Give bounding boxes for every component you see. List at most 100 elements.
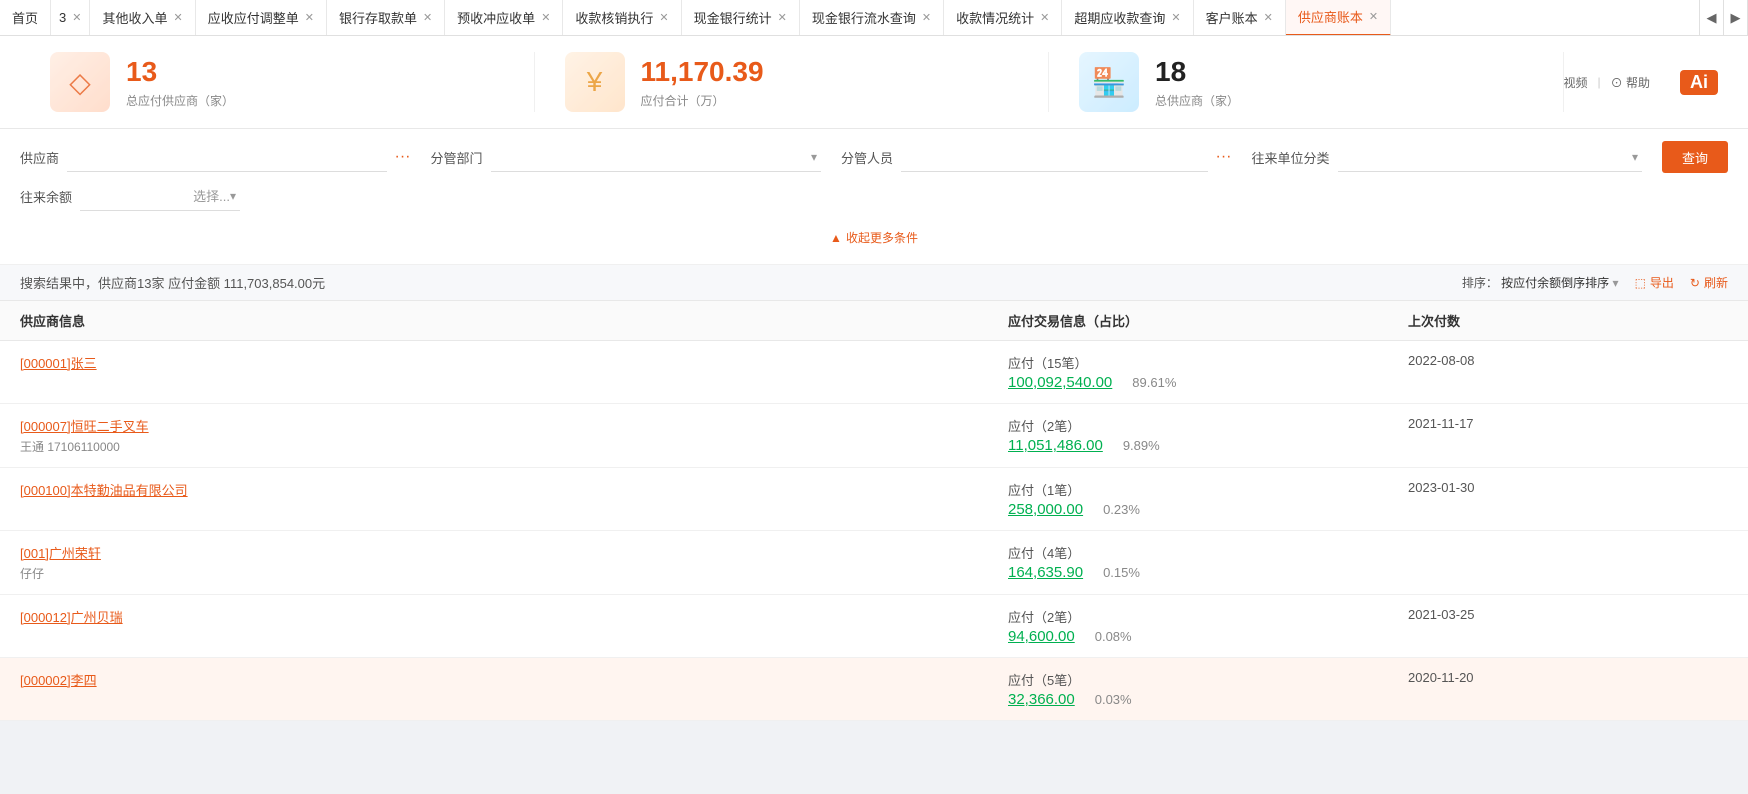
filter-dept: 分管部门 ▾ (431, 142, 822, 172)
supplier-link[interactable]: [000001]张三 (20, 353, 1008, 372)
sort-value[interactable]: 按应付余额倒序排序 (1501, 276, 1609, 290)
last-pay-col: 2022-08-08 (1408, 353, 1728, 368)
person-filter-input[interactable] (901, 142, 1208, 172)
nav-prev-arrow[interactable]: ◀ (1700, 0, 1724, 36)
supplier-info-col: [000007]恒旺二手叉车 王通 17106110000 (20, 416, 1008, 455)
supplier-filter-input[interactable] (67, 142, 387, 172)
last-payment-date: 2021-03-25 (1408, 607, 1475, 622)
summary-card-total-vendors-info: 18 总供应商（家） (1155, 55, 1533, 110)
top-nav: 首页 3 ✕ 其他收入单 ✕ 应收应付调整单 ✕ 银行存取款单 ✕ 预收冲应收单… (0, 0, 1748, 36)
tab-cash-flow[interactable]: 现金银行流水查询 ✕ (800, 0, 944, 36)
table-row: [000100]本特勤油品有限公司 应付（1笔） 258,000.00 0.23… (0, 468, 1748, 531)
trans-amount[interactable]: 94,600.00 (1008, 628, 1075, 645)
close-icon[interactable]: ✕ (1369, 10, 1378, 23)
supplier-dots-icon[interactable]: ··· (395, 148, 411, 166)
person-dots-icon[interactable]: ··· (1216, 148, 1232, 166)
last-pay-col: 2020-11-20 (1408, 670, 1728, 685)
supplier-link[interactable]: [000002]李四 (20, 670, 1008, 689)
supplier-info-col: [000100]本特勤油品有限公司 (20, 480, 1008, 499)
filter-person: 分管人员 ··· (841, 142, 1232, 172)
chevron-down-icon: ▾ (230, 189, 236, 203)
dept-filter-select[interactable]: ▾ (491, 142, 821, 172)
tab-3-label: 3 (59, 10, 66, 25)
collapse-row: ▲ 收起更多条件 (20, 219, 1728, 256)
trans-amount[interactable]: 32,366.00 (1008, 691, 1075, 708)
tab-overdue-ar[interactable]: 超期应收款查询 ✕ (1062, 0, 1193, 36)
tab-receipt-stat[interactable]: 收款情况统计 ✕ (944, 0, 1062, 36)
close-icon[interactable]: ✕ (1264, 11, 1273, 24)
supplier-filter-label: 供应商 (20, 148, 59, 167)
col-header-supplier: 供应商信息 (20, 311, 1008, 330)
chevron-up-icon: ▲ (830, 231, 842, 245)
result-bar: 搜索结果中，供应商13家 应付金额 111,703,854.00元 排序： 按应… (0, 265, 1748, 301)
export-button[interactable]: ⬚ 导出 (1635, 274, 1674, 291)
tab-ar-ap-adjust[interactable]: 应收应付调整单 ✕ (196, 0, 327, 36)
trans-amount[interactable]: 100,092,540.00 (1008, 374, 1112, 391)
tab-home[interactable]: 首页 (0, 0, 51, 36)
top-right-links: 视频 | ⊙ 帮助 Ai (1564, 70, 1729, 95)
close-icon[interactable]: ✕ (659, 11, 668, 24)
supplier-link[interactable]: [000012]广州贝瑞 (20, 607, 1008, 626)
summary-card-total-vendors: 🏪 18 总供应商（家） (1049, 52, 1564, 112)
close-icon[interactable]: ✕ (173, 11, 182, 24)
supplier-link[interactable]: [000100]本特勤油品有限公司 (20, 480, 1008, 499)
summary-bar: ◇ 13 总应付供应商（家） ¥ 11,170.39 应付合计（万） 🏪 18 … (0, 36, 1748, 129)
close-icon[interactable]: ✕ (305, 11, 314, 24)
trans-percent: 0.03% (1095, 692, 1132, 707)
trans-amount-row: 164,635.90 0.15% (1008, 564, 1408, 581)
tab-prepay-ar[interactable]: 预收冲应收单 ✕ (445, 0, 563, 36)
video-link[interactable]: 视频 (1564, 74, 1588, 91)
dept-filter-label: 分管部门 (431, 148, 483, 167)
tab-other-income-label: 其他收入单 (102, 8, 167, 27)
search-button[interactable]: 查询 (1662, 141, 1728, 173)
supplier-info-col: [001]广州荣轩 仔仔 (20, 543, 1008, 582)
collapse-button[interactable]: ▲ 收起更多条件 (20, 223, 1728, 252)
last-payment-date: 2023-01-30 (1408, 480, 1475, 495)
close-icon[interactable]: ✕ (1171, 11, 1180, 24)
help-link[interactable]: ⊙ 帮助 (1611, 74, 1650, 91)
ap-vendors-number: 13 (126, 55, 504, 89)
trans-amount[interactable]: 164,635.90 (1008, 564, 1083, 581)
supplier-info-col: [000001]张三 (20, 353, 1008, 372)
ai-badge[interactable]: Ai (1680, 70, 1718, 95)
summary-card-ap-total-info: 11,170.39 应付合计（万） (641, 55, 1019, 110)
export-icon: ⬚ (1635, 276, 1646, 290)
summary-card-ap-total: ¥ 11,170.39 应付合计（万） (535, 52, 1050, 112)
category-filter-select[interactable]: ▾ (1338, 142, 1642, 172)
tab-prepay-ar-label: 预收冲应收单 (457, 8, 535, 27)
tab-bank-deposit-label: 银行存取款单 (339, 8, 417, 27)
tab-cash-bank-stat-label: 现金银行统计 (694, 8, 772, 27)
nav-next-arrow[interactable]: ▶ (1724, 0, 1748, 36)
trans-label: 应付（1笔） (1008, 480, 1408, 499)
tab-receipt-verify[interactable]: 收款核销执行 ✕ (563, 0, 681, 36)
close-icon[interactable]: ✕ (423, 11, 432, 24)
trans-amount[interactable]: 258,000.00 (1008, 501, 1083, 518)
tab-cash-bank-stat[interactable]: 现金银行统计 ✕ (682, 0, 800, 36)
filter-balance: 往来余额 选择... ▾ (20, 181, 240, 211)
balance-placeholder: 选择... (193, 186, 230, 205)
tab-3[interactable]: 3 ✕ (51, 0, 90, 36)
close-icon[interactable]: ✕ (72, 11, 81, 24)
balance-filter-select[interactable]: 选择... ▾ (80, 181, 240, 211)
category-filter-label: 往来单位分类 (1252, 148, 1330, 167)
tab-other-income[interactable]: 其他收入单 ✕ (90, 0, 195, 36)
last-payment-date: 2022-08-08 (1408, 353, 1475, 368)
refresh-button[interactable]: ↻ 刷新 (1690, 274, 1728, 291)
table-row: [000002]李四 应付（5笔） 32,366.00 0.03% 2020-1… (0, 658, 1748, 721)
close-icon[interactable]: ✕ (778, 11, 787, 24)
tab-vendor-ledger[interactable]: 供应商账本 ✕ (1286, 0, 1391, 36)
supplier-link[interactable]: [001]广州荣轩 (20, 543, 1008, 562)
tab-bank-deposit[interactable]: 银行存取款单 ✕ (327, 0, 445, 36)
filter-bar: 供应商 ··· 分管部门 ▾ 分管人员 ··· 往来单位分类 ▾ 查询 往来余额 (0, 129, 1748, 265)
tab-customer-ledger[interactable]: 客户账本 ✕ (1194, 0, 1286, 36)
refresh-icon: ↻ (1690, 276, 1700, 290)
vendor-icon: ◇ (50, 52, 110, 112)
store-icon: 🏪 (1079, 52, 1139, 112)
close-icon[interactable]: ✕ (1040, 11, 1049, 24)
trans-amount[interactable]: 11,051,486.00 (1008, 437, 1103, 454)
supplier-info-col: [000002]李四 (20, 670, 1008, 689)
close-icon[interactable]: ✕ (922, 11, 931, 24)
supplier-link[interactable]: [000007]恒旺二手叉车 (20, 416, 1008, 435)
close-icon[interactable]: ✕ (541, 11, 550, 24)
trans-amount-row: 100,092,540.00 89.61% (1008, 374, 1408, 391)
